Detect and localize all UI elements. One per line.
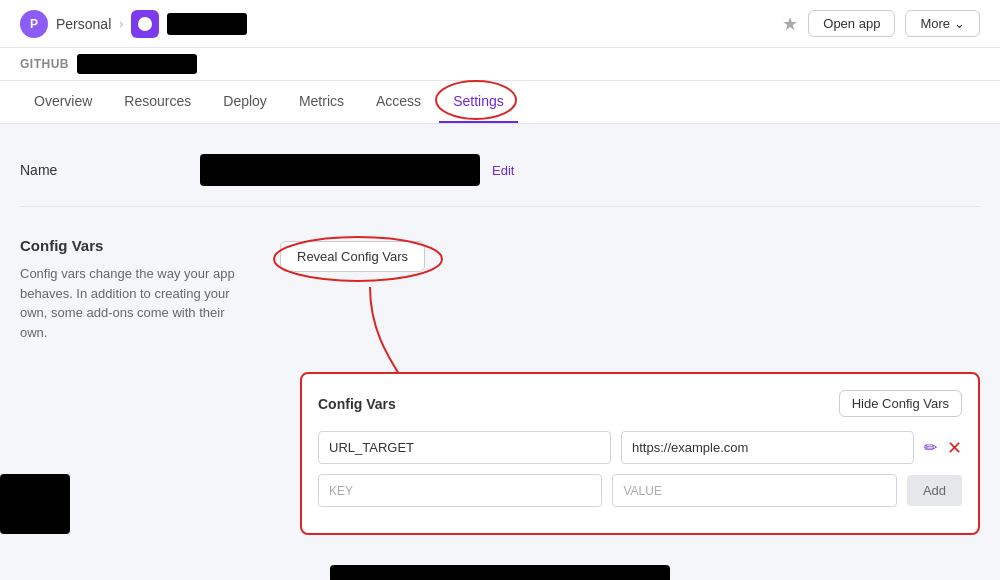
more-label: More — [920, 16, 950, 31]
tab-overview[interactable]: Overview — [20, 81, 106, 123]
more-button[interactable]: More ⌄ — [905, 10, 980, 37]
reveal-config-vars-button[interactable]: Reveal Config Vars — [280, 241, 425, 272]
config-var-row: ✏ ✕ — [318, 431, 962, 464]
tab-access[interactable]: Access — [362, 81, 435, 123]
avatar: P — [20, 10, 48, 38]
config-vars-description: Config vars change the way your app beha… — [20, 264, 240, 342]
svg-point-0 — [138, 17, 152, 31]
config-left-panel: Config Vars Config vars change the way y… — [20, 237, 240, 342]
name-value-redacted — [200, 154, 480, 186]
add-config-var-button[interactable]: Add — [907, 475, 962, 506]
main-content: Name Edit Config Vars Config vars change… — [0, 124, 1000, 580]
config-vars-box-title: Config Vars — [318, 396, 396, 412]
config-vars-title: Config Vars — [20, 237, 240, 254]
app-name-redacted — [167, 13, 247, 35]
name-label: Name — [20, 162, 200, 178]
tab-metrics[interactable]: Metrics — [285, 81, 358, 123]
name-content: Edit — [200, 154, 514, 186]
github-repo-redacted — [77, 54, 197, 74]
github-label: GITHUB — [20, 57, 69, 71]
new-value-input[interactable] — [612, 474, 896, 507]
config-vars-expanded-box: Config Vars Hide Config Vars ✏ ✕ Add — [300, 372, 980, 535]
hide-config-vars-button[interactable]: Hide Config Vars — [839, 390, 962, 417]
settings-tab-wrapper: Settings — [439, 81, 518, 123]
open-app-button[interactable]: Open app — [808, 10, 895, 37]
new-key-input[interactable] — [318, 474, 602, 507]
breadcrumb-separator: › — [119, 17, 123, 31]
nav-tabs: Overview Resources Deploy Metrics Access… — [0, 81, 1000, 124]
top-bar: P Personal › ★ Open app More ⌄ — [0, 0, 1000, 48]
left-redacted-box — [0, 474, 70, 534]
edit-config-var-button[interactable]: ✏ — [924, 438, 937, 457]
github-bar: GITHUB — [0, 48, 1000, 81]
config-vars-section: Config Vars Config vars change the way y… — [20, 237, 980, 362]
config-value-input[interactable] — [621, 431, 914, 464]
reveal-btn-wrapper: Reveal Config Vars — [280, 241, 425, 272]
star-button[interactable]: ★ — [782, 13, 798, 35]
personal-label: Personal — [56, 16, 111, 32]
chevron-down-icon: ⌄ — [954, 16, 965, 31]
config-right-panel: Reveal Config Vars — [280, 237, 980, 342]
top-bar-actions: ★ Open app More ⌄ — [782, 10, 980, 37]
config-vars-box-header: Config Vars Hide Config Vars — [318, 390, 962, 417]
tab-settings[interactable]: Settings — [439, 81, 518, 123]
tab-deploy[interactable]: Deploy — [209, 81, 281, 123]
bottom-redacted-bar — [330, 565, 670, 580]
config-key-input[interactable] — [318, 431, 611, 464]
config-section-wrapper: Config Vars Config vars change the way y… — [20, 237, 980, 535]
edit-name-link[interactable]: Edit — [492, 163, 514, 178]
bottom-bar-wrapper — [20, 555, 980, 580]
app-icon — [131, 10, 159, 38]
name-section: Name Edit — [20, 154, 980, 207]
breadcrumb: P Personal › — [20, 10, 247, 38]
delete-config-var-button[interactable]: ✕ — [947, 437, 962, 459]
tab-resources[interactable]: Resources — [110, 81, 205, 123]
new-config-var-row: Add — [318, 474, 962, 507]
